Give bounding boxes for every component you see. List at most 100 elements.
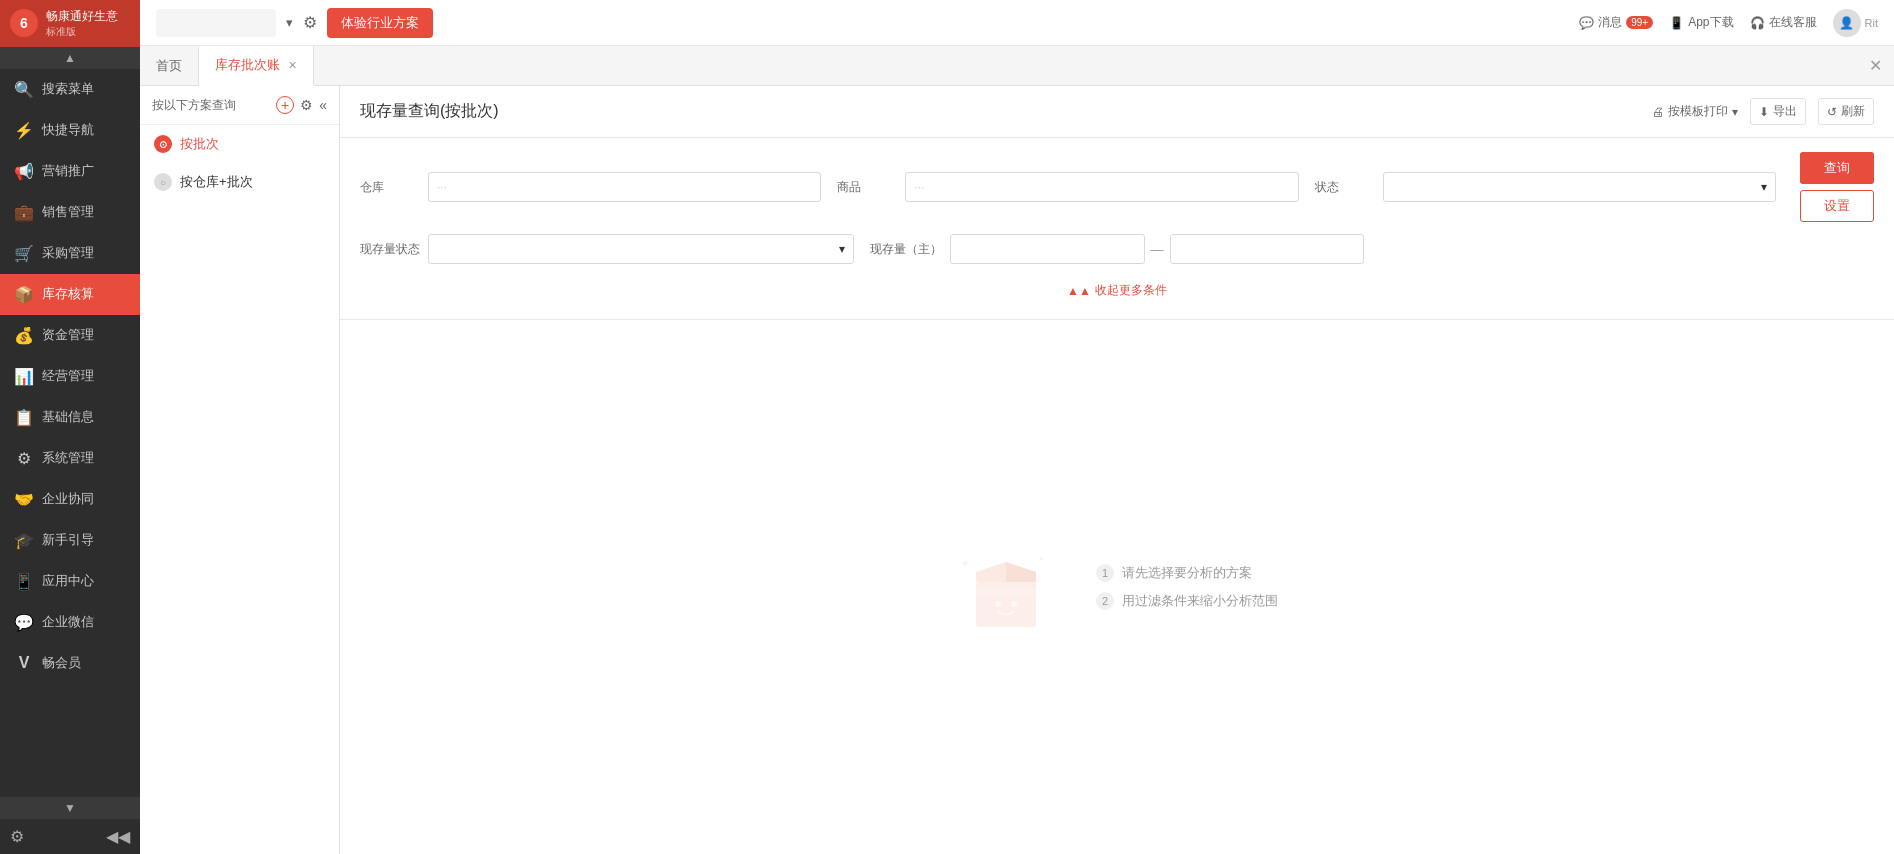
trial-btn[interactable]: 体验行业方案: [327, 8, 433, 38]
app-download-label: App下载: [1688, 14, 1733, 31]
sidebar-item-system[interactable]: ⚙ 系统管理: [0, 438, 140, 479]
sidebar: 6 畅康通好生意 标准版 ▲ 🔍 搜索菜单 ⚡ 快捷导航 📢 营销推广 💼 销售…: [0, 0, 140, 854]
sidebar-settings-btn[interactable]: ⚙: [10, 827, 24, 846]
sidebar-scroll-up[interactable]: ▲: [0, 47, 140, 69]
tab-close-btn[interactable]: ✕: [288, 59, 297, 72]
filter-goods: 商品 ···: [837, 172, 1298, 202]
tip-num-2: 2: [1096, 592, 1114, 610]
print-dropdown-icon[interactable]: ▾: [1732, 105, 1738, 119]
sidebar-item-weixin-label: 企业微信: [42, 613, 94, 631]
sidebar-item-sales[interactable]: 💼 销售管理: [0, 192, 140, 233]
topbar: ▾ ⚙ 体验行业方案 💬 消息 99+ 📱 App下载 🎧 在线客服 👤: [140, 0, 1894, 46]
sidebar-item-weixin[interactable]: 💬 企业微信: [0, 602, 140, 643]
sidebar-item-apps-label: 应用中心: [42, 572, 94, 590]
sidebar-nav: 🔍 搜索菜单 ⚡ 快捷导航 📢 营销推广 💼 销售管理 🛒 采购管理 📦 库存核…: [0, 69, 140, 797]
sidebar-item-operations[interactable]: 📊 经营管理: [0, 356, 140, 397]
sidebar-item-marketing-label: 营销推广: [42, 162, 94, 180]
user-avatar-btn[interactable]: 👤 Rit: [1833, 9, 1878, 37]
scheme-panel-title: 按以下方案查询: [152, 97, 236, 114]
messages-badge: 99+: [1626, 16, 1653, 29]
app-download-btn[interactable]: 📱 App下载: [1669, 14, 1733, 31]
panel-close-btn[interactable]: ✕: [1857, 56, 1894, 75]
sidebar-item-member[interactable]: V 畅会员: [0, 643, 140, 683]
username-label: Rit: [1865, 17, 1878, 29]
sidebar-item-marketing[interactable]: 📢 营销推广: [0, 151, 140, 192]
filter-area: 仓库 ··· 商品 ··· 状态: [340, 138, 1894, 320]
sidebar-collapse-btn[interactable]: ◀◀: [106, 827, 130, 846]
member-icon: V: [14, 654, 34, 672]
export-icon: ⬇: [1759, 105, 1769, 119]
sidebar-item-quick-nav-label: 快捷导航: [42, 121, 94, 139]
filter-buttons: 查询 设置: [1792, 152, 1874, 222]
goods-more-icon: ···: [914, 180, 924, 194]
collapse-btn[interactable]: ▲▲ 收起更多条件: [360, 276, 1874, 305]
app-title-block: 畅康通好生意 标准版: [46, 8, 118, 39]
sidebar-item-purchase[interactable]: 🛒 采购管理: [0, 233, 140, 274]
sidebar-item-inventory-label: 库存核算: [42, 285, 94, 303]
sidebar-item-enterprise[interactable]: 🤝 企业协同: [0, 479, 140, 520]
topbar-dropdown-icon[interactable]: ▾: [286, 15, 293, 30]
filter-stock-qty: 现存量（主） —: [870, 234, 1364, 264]
sidebar-item-sales-label: 销售管理: [42, 203, 94, 221]
sidebar-item-basic-info[interactable]: 📋 基础信息: [0, 397, 140, 438]
svg-text:✦: ✦: [961, 558, 969, 569]
print-icon: 🖨: [1652, 105, 1664, 119]
online-service-btn[interactable]: 🎧 在线客服: [1750, 14, 1817, 31]
stock-qty-max[interactable]: [1170, 234, 1365, 264]
sidebar-item-operations-label: 经营管理: [42, 367, 94, 385]
goods-label: 商品: [837, 179, 897, 196]
apps-icon: 📱: [14, 572, 34, 591]
svg-point-5: [1011, 601, 1017, 607]
stock-qty-label: 现存量（主）: [870, 241, 942, 258]
query-btn[interactable]: 查询: [1800, 152, 1874, 184]
operations-icon: 📊: [14, 367, 34, 386]
settings-btn[interactable]: 设置: [1800, 190, 1874, 222]
sidebar-item-finance[interactable]: 💰 资金管理: [0, 315, 140, 356]
sidebar-item-quick-nav[interactable]: ⚡ 快捷导航: [0, 110, 140, 151]
stock-status-select[interactable]: ▾: [428, 234, 854, 264]
sidebar-item-inventory[interactable]: 📦 库存核算: [0, 274, 140, 315]
enterprise-icon: 🤝: [14, 490, 34, 509]
sidebar-item-search[interactable]: 🔍 搜索菜单: [0, 69, 140, 110]
sidebar-item-member-label: 畅会员: [42, 654, 81, 672]
scheme-add-btn[interactable]: +: [276, 96, 294, 114]
sidebar-item-guide[interactable]: 🎓 新手引导: [0, 520, 140, 561]
goods-input[interactable]: ···: [905, 172, 1298, 202]
warehouse-input[interactable]: ···: [428, 172, 821, 202]
messages-btn[interactable]: 💬 消息 99+: [1579, 14, 1653, 31]
basic-info-icon: 📋: [14, 408, 34, 427]
topbar-right: 💬 消息 99+ 📱 App下载 🎧 在线客服 👤 Rit: [1579, 9, 1878, 37]
scheme-collapse-btn[interactable]: «: [319, 97, 327, 113]
user-avatar: 👤: [1833, 9, 1861, 37]
svg-point-4: [995, 601, 1001, 607]
tab-inventory-batch[interactable]: 库存批次账 ✕: [199, 46, 314, 86]
guide-icon: 🎓: [14, 531, 34, 550]
scheme-settings-btn[interactable]: ⚙: [300, 97, 313, 113]
scheme-item-warehouse-batch[interactable]: ○ 按仓库+批次: [140, 163, 339, 201]
scheme-panel: 按以下方案查询 + ⚙ « ⊙ 按批次 ○ 按仓库+批次: [140, 86, 340, 854]
topbar-settings-icon[interactable]: ⚙: [303, 13, 317, 32]
content-area: 按以下方案查询 + ⚙ « ⊙ 按批次 ○ 按仓库+批次 现存量查询(按批次): [140, 86, 1894, 854]
tab-home[interactable]: 首页: [140, 47, 199, 85]
page-header-actions: 🖨 按模板打印 ▾ ⬇ 导出 ↺ 刷新: [1652, 98, 1874, 125]
empty-content: ✦ ✦ ✦ 1 请先选择要分析的方案 2 用过滤条件来缩小分析范围: [956, 537, 1278, 637]
scheme-item-batch-label: 按批次: [180, 135, 219, 153]
sidebar-item-system-label: 系统管理: [42, 449, 94, 467]
sidebar-item-apps[interactable]: 📱 应用中心: [0, 561, 140, 602]
empty-state: ✦ ✦ ✦ 1 请先选择要分析的方案 2 用过滤条件来缩小分析范围: [340, 320, 1894, 854]
refresh-btn[interactable]: ↺ 刷新: [1818, 98, 1874, 125]
refresh-label: 刷新: [1841, 103, 1865, 120]
status-dropdown-icon: ▾: [1761, 180, 1767, 194]
topbar-left: ▾ ⚙ 体验行业方案: [156, 8, 433, 38]
scheme-item-batch[interactable]: ⊙ 按批次: [140, 125, 339, 163]
print-btn[interactable]: 🖨 按模板打印 ▾: [1652, 103, 1738, 120]
range-separator: —: [1151, 242, 1164, 257]
status-select[interactable]: ▾: [1383, 172, 1776, 202]
online-service-label: 在线客服: [1769, 14, 1817, 31]
app-title: 畅康通好生意: [46, 8, 118, 25]
export-btn[interactable]: ⬇ 导出: [1750, 98, 1806, 125]
stock-qty-min[interactable]: [950, 234, 1145, 264]
scheme-dot-active: ⊙: [154, 135, 172, 153]
sidebar-item-enterprise-label: 企业协同: [42, 490, 94, 508]
sidebar-scroll-down[interactable]: ▼: [0, 797, 140, 819]
